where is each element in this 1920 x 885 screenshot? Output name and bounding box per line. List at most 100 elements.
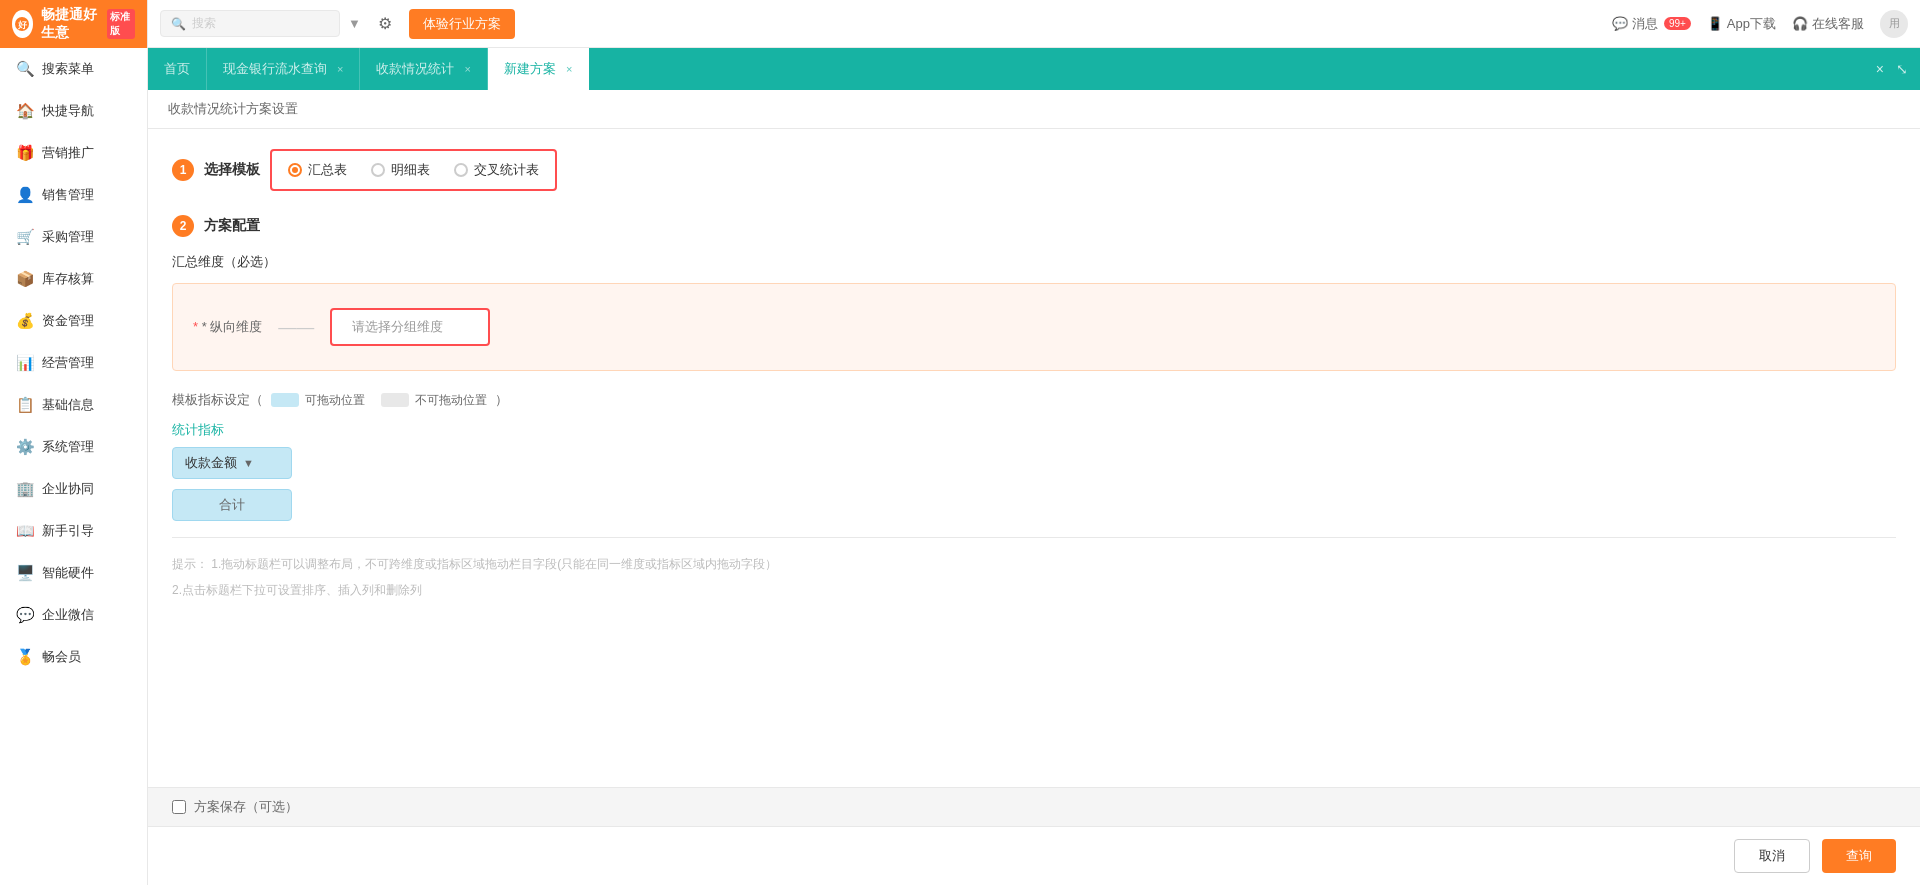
sidebar-label-member: 畅会员 — [42, 648, 81, 666]
sidebar-item-quick-nav[interactable]: 🏠 快捷导航 — [0, 90, 147, 132]
tab-new-scheme[interactable]: 新建方案 × — [488, 48, 589, 90]
step1-header: 1 选择模板 汇总表 明细表 交 — [172, 149, 1896, 191]
dimension-section-label: 汇总维度（必选） — [172, 253, 1896, 271]
cancel-button[interactable]: 取消 — [1734, 839, 1810, 873]
draggable-label: 可拖动位置 — [305, 392, 365, 409]
sidebar-item-marketing[interactable]: 🎁 营销推广 — [0, 132, 147, 174]
building-icon: 🏢 — [16, 480, 34, 498]
radio-detail[interactable]: 明细表 — [371, 161, 430, 179]
step1-number: 1 — [172, 159, 194, 181]
save-scheme-checkbox[interactable] — [172, 800, 186, 814]
sidebar-menu: 🔍 搜索菜单 🏠 快捷导航 🎁 营销推广 👤 销售管理 🛒 采购管理 📦 库存核… — [0, 48, 147, 885]
gift-icon: 🎁 — [16, 144, 34, 162]
radio-cross[interactable]: 交叉统计表 — [454, 161, 539, 179]
query-button[interactable]: 查询 — [1822, 839, 1896, 873]
radio-summary-label: 汇总表 — [308, 161, 347, 179]
topbar-dropdown-icon[interactable]: ▼ — [348, 16, 361, 31]
user-icon: 👤 — [16, 186, 34, 204]
home-icon: 🏠 — [16, 102, 34, 120]
chat-icon: 💬 — [16, 606, 34, 624]
tab-collection[interactable]: 收款情况统计 × — [360, 48, 487, 90]
metrics-amount-tag[interactable]: 收款金额 ▼ — [172, 447, 292, 479]
sidebar-item-enterprise[interactable]: 🏢 企业协同 — [0, 468, 147, 510]
sidebar-item-operations[interactable]: 📊 经营管理 — [0, 342, 147, 384]
step2-section: 2 方案配置 汇总维度（必选） * * 纵向维度 —— 请选择分组维度 — [172, 215, 1896, 601]
save-scheme-label: 方案保存（可选） — [194, 798, 298, 816]
dimension-area: * * 纵向维度 —— 请选择分组维度 — [172, 283, 1896, 371]
download-icon: 📱 — [1707, 16, 1723, 31]
bottom-action-bar: 取消 查询 — [148, 826, 1920, 885]
sidebar-item-member[interactable]: 🏅 畅会员 — [0, 636, 147, 678]
radio-summary[interactable]: 汇总表 — [288, 161, 347, 179]
tab-home-label: 首页 — [164, 60, 190, 78]
topbar-search-box[interactable]: 🔍 搜索 — [160, 10, 340, 37]
non-draggable-label: 不可拖动位置 — [415, 392, 487, 409]
sidebar-label-guide: 新手引导 — [42, 522, 94, 540]
sidebar-label-inventory: 库存核算 — [42, 270, 94, 288]
messages-label: 消息 — [1632, 15, 1658, 33]
headset-icon: 🎧 — [1792, 16, 1808, 31]
box-icon: 📦 — [16, 270, 34, 288]
page-header: 收款情况统计方案设置 — [148, 90, 1920, 129]
step2-number: 2 — [172, 215, 194, 237]
sidebar-item-sales[interactable]: 👤 销售管理 — [0, 174, 147, 216]
radio-cross-circle — [454, 163, 468, 177]
search-icon: 🔍 — [16, 60, 34, 78]
messages-button[interactable]: 💬 消息 99+ — [1612, 15, 1691, 33]
vertical-label-text: * 纵向维度 — [202, 319, 263, 334]
svg-text:好: 好 — [17, 20, 28, 30]
metrics-setting-label: 模板指标设定（ — [172, 391, 263, 409]
metrics-total: 合计 — [172, 489, 292, 521]
sidebar-logo: 好 畅捷通好生意 标准版 — [0, 0, 147, 48]
tab-collection-close[interactable]: × — [464, 63, 470, 75]
tab-bank-close[interactable]: × — [337, 63, 343, 75]
sidebar-item-inventory[interactable]: 📦 库存核算 — [0, 258, 147, 300]
tab-new-scheme-close[interactable]: × — [566, 63, 572, 75]
hint-1: 提示： 1.拖动标题栏可以调整布局，不可跨维度或指标区域拖动栏目字段(只能在同一… — [172, 554, 1896, 576]
chart-icon: 📊 — [16, 354, 34, 372]
cart-icon: 🛒 — [16, 228, 34, 246]
logo-icon: 好 — [12, 10, 33, 38]
settings-button[interactable]: ⚙ — [369, 8, 401, 40]
tab-expand-icon[interactable]: ⤡ — [1896, 61, 1908, 77]
draggable-legend-box — [271, 393, 299, 407]
content-area: 收款情况统计方案设置 1 选择模板 汇总表 — [148, 90, 1920, 885]
sidebar-item-system[interactable]: ⚙️ 系统管理 — [0, 426, 147, 468]
page-footer: 方案保存（可选） — [148, 787, 1920, 826]
tab-new-scheme-label: 新建方案 — [504, 60, 556, 78]
avatar-text: 用 — [1889, 16, 1900, 31]
edition-badge: 标准版 — [107, 9, 135, 39]
dimension-select[interactable]: 请选择分组维度 — [330, 308, 490, 346]
form-container: 1 选择模板 汇总表 明细表 交 — [148, 129, 1920, 787]
sidebar-item-hardware[interactable]: 🖥️ 智能硬件 — [0, 552, 147, 594]
legend-draggable: 可拖动位置 — [271, 392, 365, 409]
message-icon: 💬 — [1612, 16, 1628, 31]
app-name: 畅捷通好生意 — [41, 6, 103, 42]
sidebar-item-finance[interactable]: 💰 资金管理 — [0, 300, 147, 342]
tab-collection-label: 收款情况统计 — [376, 60, 454, 78]
metrics-header-close: ） — [495, 391, 508, 409]
topbar-search-icon: 🔍 — [171, 17, 186, 31]
sidebar-item-wechat[interactable]: 💬 企业微信 — [0, 594, 147, 636]
download-button[interactable]: 📱 App下载 — [1707, 15, 1776, 33]
user-avatar[interactable]: 用 — [1880, 10, 1908, 38]
dimension-config: 汇总维度（必选） * * 纵向维度 —— 请选择分组维度 — [172, 253, 1896, 521]
support-button[interactable]: 🎧 在线客服 — [1792, 15, 1864, 33]
vertical-dimension-label: * * 纵向维度 — [193, 318, 262, 336]
tab-home[interactable]: 首页 — [148, 48, 207, 90]
industry-solution-button[interactable]: 体验行业方案 — [409, 9, 515, 39]
sidebar-item-search[interactable]: 🔍 搜索菜单 — [0, 48, 147, 90]
sidebar: 好 畅捷通好生意 标准版 🔍 搜索菜单 🏠 快捷导航 🎁 营销推广 👤 销售管理… — [0, 0, 148, 885]
support-label: 在线客服 — [1812, 15, 1864, 33]
radio-detail-label: 明细表 — [391, 161, 430, 179]
sidebar-item-purchase[interactable]: 🛒 采购管理 — [0, 216, 147, 258]
radio-summary-circle — [288, 163, 302, 177]
sidebar-label-wechat: 企业微信 — [42, 606, 94, 624]
sidebar-item-basic-info[interactable]: 📋 基础信息 — [0, 384, 147, 426]
template-options-group: 汇总表 明细表 交叉统计表 — [270, 149, 557, 191]
sidebar-item-guide[interactable]: 📖 新手引导 — [0, 510, 147, 552]
sidebar-label-purchase: 采购管理 — [42, 228, 94, 246]
step2-header: 2 方案配置 — [172, 215, 1896, 237]
tab-close-all-icon[interactable]: × — [1876, 61, 1884, 77]
tab-bank[interactable]: 现金银行流水查询 × — [207, 48, 360, 90]
